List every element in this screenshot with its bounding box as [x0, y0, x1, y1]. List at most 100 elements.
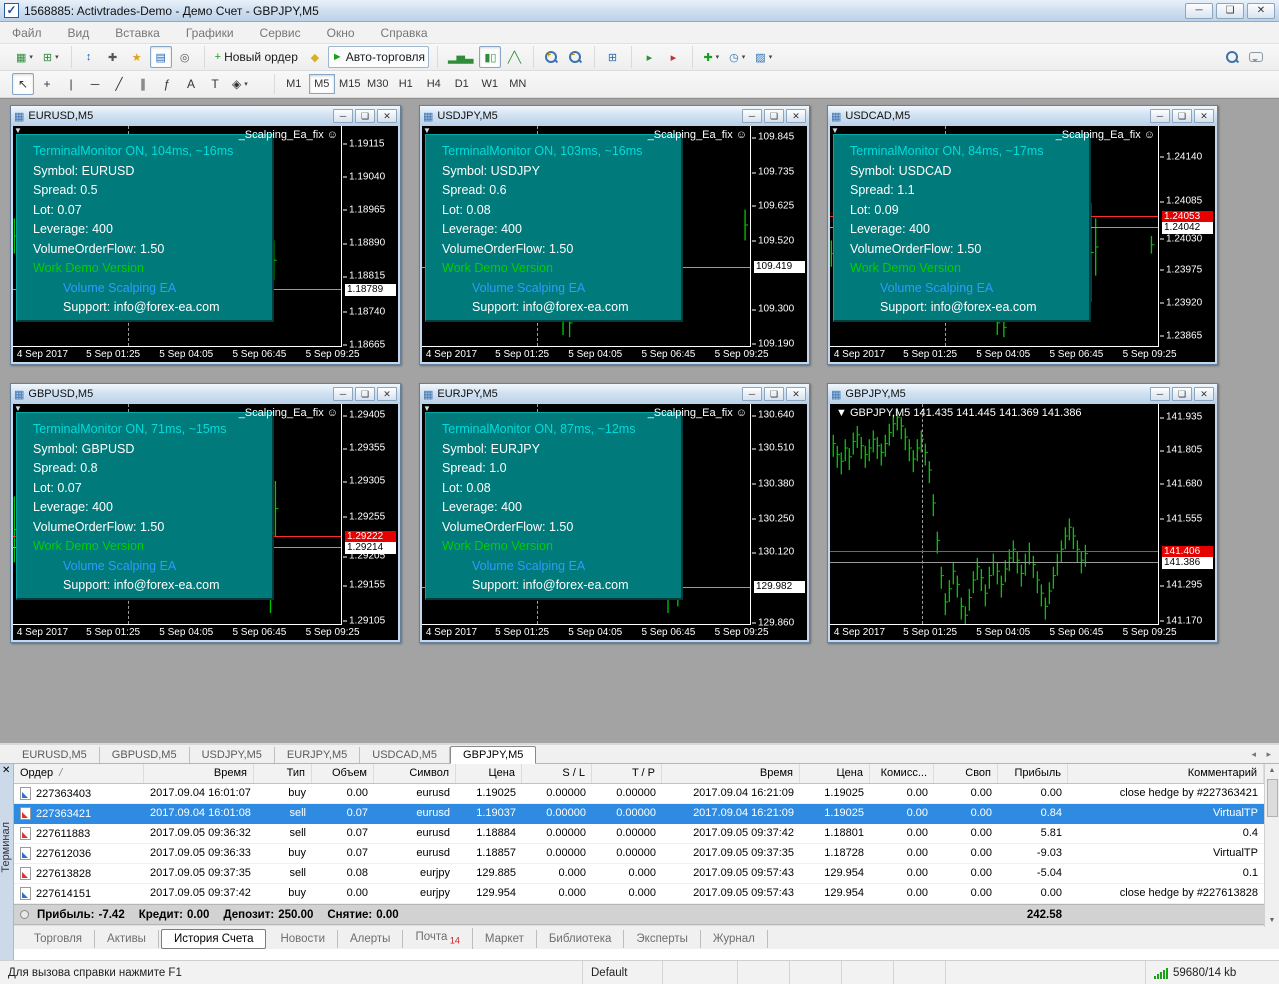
menu-item-5[interactable]: Окно [327, 26, 355, 40]
column-header-12[interactable]: Прибыль [998, 764, 1068, 783]
table-row-227614151[interactable]: 227614151 2017.09.05 09:37:42 buy 0.00 eurjp… [14, 884, 1279, 904]
tab-scroll-arrows[interactable]: ◂ ▸ [1251, 749, 1275, 760]
menu-item-6[interactable]: Справка [381, 26, 428, 40]
zoom-in-button[interactable]: + [540, 46, 562, 68]
table-row-227363403[interactable]: 227363403 2017.09.04 16:01:07 buy 0.00 eurus… [14, 784, 1279, 804]
chart-restore-button[interactable]: ❏ [355, 387, 375, 401]
ea-smiley-icon[interactable]: ☺ [733, 129, 747, 141]
chart-titlebar-eurjpy[interactable]: ▦ EURJPY,M5 ─ ❏ ✕ [420, 384, 809, 404]
column-header-0[interactable]: Ордер / [14, 764, 144, 783]
timeframe-m5[interactable]: M5 [308, 74, 335, 94]
chart-tab-usdcad[interactable]: USDCAD,M5 [360, 747, 451, 763]
table-row-227363421[interactable]: 227363421 2017.09.04 16:01:08 sell 0.07 euru… [14, 804, 1279, 824]
window-close-button[interactable]: ✕ [1247, 2, 1275, 19]
timeframe-m15[interactable]: M15 [337, 74, 363, 94]
terminal-tab-0[interactable]: Торговля [22, 929, 96, 948]
menu-item-2[interactable]: Вставка [115, 26, 160, 40]
price-scale-eurjpy[interactable]: 130.640 130.510 130.380 130.250 130.120 129.8… [751, 404, 807, 628]
price-scale-usdcad[interactable]: 1.24140 1.24085 1.24030 1.23975 1.23920 1.238… [1159, 126, 1215, 347]
chart-close-button[interactable]: ✕ [1194, 387, 1214, 401]
new-order-button[interactable]: + Новый ордер [211, 46, 302, 68]
terminal-tab-1[interactable]: Активы [95, 929, 159, 948]
terminal-tab-2[interactable]: История Счета [160, 928, 267, 949]
chart-minimize-button[interactable]: ─ [1150, 387, 1170, 401]
status-profile[interactable]: Default [583, 961, 663, 984]
column-header-7[interactable]: T / P [592, 764, 662, 783]
chart-plot-usdcad[interactable]: ▼ TerminalMonitor ON, 84ms, ~17ms Symbol: … [830, 126, 1159, 347]
chart-titlebar-gbpjpy[interactable]: ▦ GBPJPY,M5 ─ ❏ ✕ [828, 384, 1217, 404]
terminal-tab-5[interactable]: Почта 14 [403, 928, 473, 949]
column-header-3[interactable]: Объем [312, 764, 374, 783]
window-restore-button[interactable]: ❏ [1216, 2, 1244, 19]
candlestick-chart-button[interactable]: ▮▯ [479, 46, 502, 68]
price-scale-gbpjpy[interactable]: 141.935 141.805 141.680 141.555 141.295 141.1… [1159, 404, 1215, 626]
zoom-out-button[interactable]: − [564, 46, 586, 68]
chart-close-button[interactable]: ✕ [377, 109, 397, 123]
menu-item-4[interactable]: Сервис [260, 26, 301, 40]
terminal-tab-8[interactable]: Эксперты [624, 929, 701, 948]
crosshair-tool[interactable]: + [36, 73, 58, 95]
search-button[interactable] [1221, 46, 1243, 68]
timeframe-mn[interactable]: MN [505, 74, 531, 94]
column-header-5[interactable]: Цена [456, 764, 522, 783]
market-watch-button[interactable]: ↕ [78, 46, 100, 68]
timeframe-w1[interactable]: W1 [477, 74, 503, 94]
shapes-tool[interactable]: ◈ ▾ [228, 73, 252, 95]
horizontal-line-tool[interactable]: ─ [84, 73, 106, 95]
column-header-6[interactable]: S / L [522, 764, 592, 783]
chart-close-button[interactable]: ✕ [1194, 109, 1214, 123]
timeframe-h4[interactable]: H4 [421, 74, 447, 94]
chart-shift-button[interactable]: ▸ [662, 46, 684, 68]
terminal-tab-7[interactable]: Библиотека [537, 929, 625, 948]
chart-plot-gbpusd[interactable]: ▼ TerminalMonitor ON, 71ms, ~15ms Symbol: … [13, 404, 342, 625]
channel-tool[interactable]: ∥ [132, 73, 154, 95]
chart-plot-usdjpy[interactable]: ▼ TerminalMonitor ON, 103ms, ~16ms Symbol:… [422, 126, 751, 347]
metaeditor-button[interactable]: ◆ [304, 46, 326, 68]
timeframe-m30[interactable]: M30 [365, 74, 391, 94]
auto-scroll-button[interactable]: ▸ [638, 46, 660, 68]
chart-close-button[interactable]: ✕ [786, 109, 806, 123]
data-window-button[interactable]: ✚ [102, 46, 124, 68]
column-header-1[interactable]: Время [144, 764, 254, 783]
timeframe-d1[interactable]: D1 [449, 74, 475, 94]
scrollbar-thumb[interactable] [1266, 779, 1278, 817]
menu-item-3[interactable]: Графики [186, 26, 234, 40]
window-minimize-button[interactable]: ─ [1185, 2, 1213, 19]
bar-chart-button[interactable]: ▂▅▃ [444, 46, 477, 68]
chart-titlebar-eurusd[interactable]: ▦ EURUSD,M5 ─ ❏ ✕ [11, 106, 400, 126]
terminal-tab-6[interactable]: Маркет [473, 929, 537, 948]
table-row-227611883[interactable]: 227611883 2017.09.05 09:36:32 sell 0.07 euru… [14, 824, 1279, 844]
autotrade-button[interactable]: ► Авто-торговля [327, 46, 430, 68]
indicators-button[interactable]: ✚ ▾ [699, 46, 723, 68]
chart-minimize-button[interactable]: ─ [333, 109, 353, 123]
chart-tab-eurusd[interactable]: EURUSD,M5 [10, 747, 100, 763]
ea-smiley-icon[interactable]: ☺ [733, 407, 747, 419]
timeframe-h1[interactable]: H1 [393, 74, 419, 94]
price-scale-gbpusd[interactable]: 1.29405 1.29355 1.29305 1.29255 1.29205 1.291… [342, 404, 398, 626]
column-header-10[interactable]: Комисс... [870, 764, 934, 783]
chat-button[interactable] [1245, 46, 1267, 68]
chart-tab-usdjpy[interactable]: USDJPY,M5 [190, 747, 275, 763]
column-header-8[interactable]: Время [662, 764, 800, 783]
column-header-2[interactable]: Тип [254, 764, 312, 783]
templates-button[interactable]: ▨ ▾ [751, 46, 776, 68]
column-header-11[interactable]: Своп [934, 764, 998, 783]
chart-restore-button[interactable]: ❏ [764, 387, 784, 401]
chart-restore-button[interactable]: ❏ [1172, 109, 1192, 123]
chart-plot-eurjpy[interactable]: ▼ TerminalMonitor ON, 87ms, ~12ms Symbol: … [422, 404, 751, 625]
terminal-button[interactable]: ▤ [149, 46, 172, 68]
scroll-up-icon[interactable]: ▲ [1269, 764, 1276, 777]
dropdown-triangle-icon[interactable]: ▼ [836, 407, 850, 419]
terminal-tab-3[interactable]: Новости [268, 929, 338, 948]
cursor-tool[interactable]: ↖ [12, 73, 34, 95]
table-scrollbar[interactable]: ▲ ▼ [1264, 764, 1279, 927]
fibonacci-tool[interactable]: ƒ [156, 73, 178, 95]
chart-minimize-button[interactable]: ─ [1150, 109, 1170, 123]
column-header-13[interactable]: Комментарий [1068, 764, 1264, 783]
chart-minimize-button[interactable]: ─ [742, 109, 762, 123]
chart-minimize-button[interactable]: ─ [333, 387, 353, 401]
trendline-tool[interactable]: ╱ [108, 73, 130, 95]
chart-restore-button[interactable]: ❏ [1172, 387, 1192, 401]
price-scale-eurusd[interactable]: 1.19115 1.19040 1.18965 1.18890 1.18815 1.187… [342, 126, 398, 350]
scroll-down-icon[interactable]: ▼ [1269, 914, 1276, 927]
